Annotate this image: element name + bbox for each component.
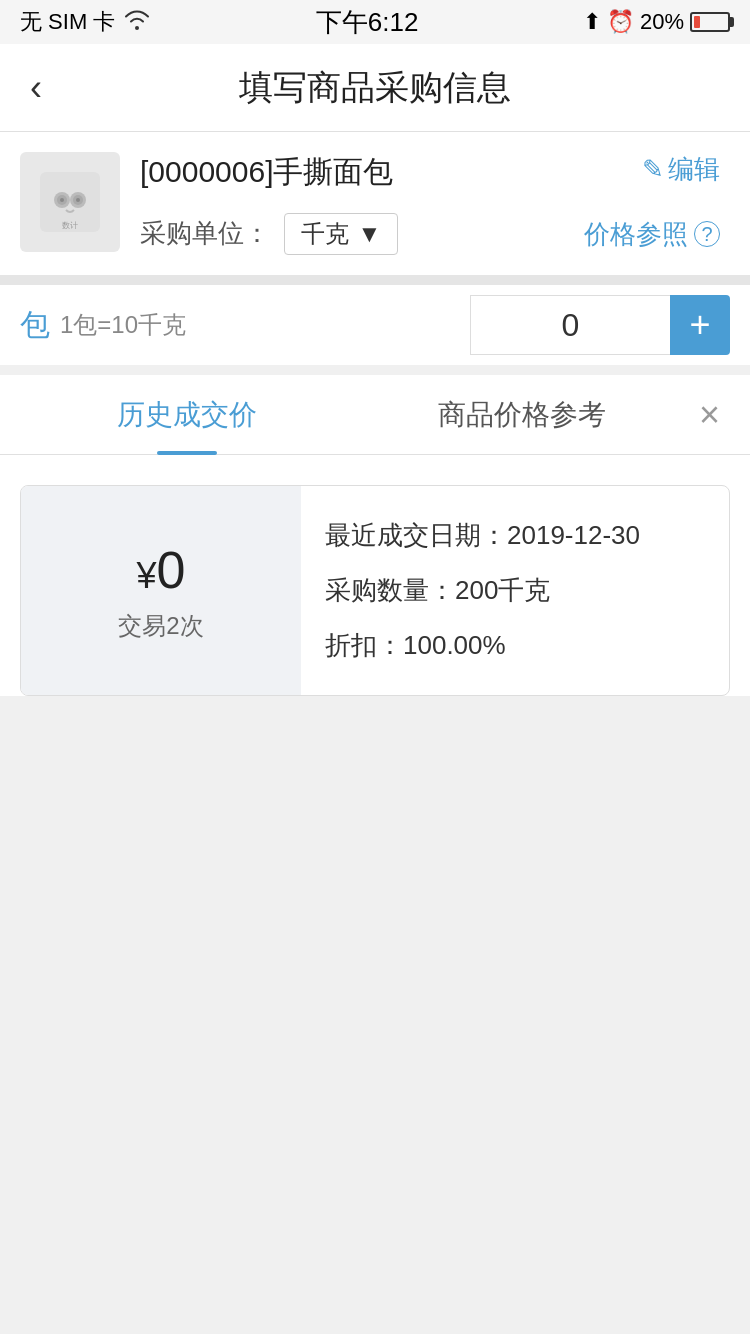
svg-text:数计: 数计 — [62, 221, 78, 230]
status-bar: 无 SIM 卡 下午6:12 ⬆ ⏰ 20% — [0, 0, 750, 44]
tab-history-label: 历史成交价 — [117, 396, 257, 434]
product-name: [0000006]手撕面包 — [140, 152, 393, 193]
battery-percent: 20% — [640, 9, 684, 35]
wifi-icon — [123, 8, 151, 36]
status-time: 下午6:12 — [316, 5, 419, 40]
quantity-unit-label: 包 1包=10千克 — [20, 305, 186, 346]
product-image: 数计 — [20, 152, 120, 252]
location-icon: ⬆ — [583, 9, 601, 35]
price-details: 最近成交日期：2019-12-30 采购数量：200千克 折扣：100.00% — [301, 486, 729, 695]
price-reference-button[interactable]: 价格参照 ? — [584, 217, 720, 252]
dropdown-arrow-icon: ▼ — [357, 220, 381, 248]
price-summary: ¥0 交易2次 — [21, 486, 301, 695]
quantity-plus-button[interactable]: + — [670, 295, 730, 355]
tabs-header: 历史成交价 商品价格参考 × — [0, 375, 750, 455]
unit-label-text: 采购单位： — [140, 218, 270, 248]
svg-point-6 — [76, 198, 80, 202]
tab-history-price[interactable]: 历史成交价 — [20, 375, 354, 455]
product-id: [0000006] — [140, 155, 273, 188]
purchase-qty-row: 采购数量：200千克 — [325, 571, 705, 610]
qty-label: 采购数量： — [325, 575, 455, 605]
alarm-icon: ⏰ — [607, 9, 634, 35]
qty-value: 200千克 — [455, 575, 550, 605]
product-header: [0000006]手撕面包 ✎ 编辑 — [140, 152, 720, 193]
carrier-text: 无 SIM 卡 — [20, 7, 115, 37]
transaction-date-row: 最近成交日期：2019-12-30 — [325, 516, 705, 555]
tabs-section: 历史成交价 商品价格参考 × ¥0 交易2次 最近成交日期：2019-12-30… — [0, 375, 750, 696]
edit-button[interactable]: ✎ 编辑 — [642, 152, 720, 187]
product-title: 手撕面包 — [273, 155, 393, 188]
battery-icon — [690, 12, 730, 32]
trades-count: 交易2次 — [118, 610, 203, 642]
page-title: 填写商品采购信息 — [239, 65, 511, 111]
unit-field: 采购单位： 千克 ▼ — [140, 213, 398, 255]
edit-label: 编辑 — [668, 152, 720, 187]
status-right: ⬆ ⏰ 20% — [583, 9, 730, 35]
tabs-close-button[interactable]: × — [689, 394, 730, 436]
product-info: [0000006]手撕面包 ✎ 编辑 采购单位： 千克 ▼ 价格参照 ? — [140, 152, 720, 255]
unit-select[interactable]: 千克 ▼ — [284, 213, 398, 255]
price-amount: ¥0 — [137, 540, 186, 600]
product-unit-row: 采购单位： 千克 ▼ 价格参照 ? — [140, 213, 720, 255]
section-divider — [0, 275, 750, 285]
conversion-label: 1包=10千克 — [60, 309, 186, 341]
nav-bar: ‹ 填写商品采购信息 — [0, 44, 750, 132]
back-button[interactable]: ‹ — [30, 67, 90, 109]
edit-icon: ✎ — [642, 154, 664, 185]
unit-value: 千克 — [301, 218, 349, 250]
quantity-row: 包 1包=10千克 + — [0, 285, 750, 365]
quantity-input-area: + — [470, 295, 730, 355]
main-content-area — [0, 726, 750, 1334]
date-label: 最近成交日期： — [325, 520, 507, 550]
unit-box: 包 — [20, 305, 50, 346]
status-left: 无 SIM 卡 — [20, 7, 151, 37]
tab-price-ref-label: 商品价格参考 — [438, 396, 606, 434]
product-section: 数计 [0000006]手撕面包 ✎ 编辑 采购单位： 千克 ▼ 价格参照 ? — [0, 132, 750, 275]
price-card: ¥0 交易2次 最近成交日期：2019-12-30 采购数量：200千克 折扣：… — [20, 485, 730, 696]
currency-symbol: ¥ — [137, 555, 157, 596]
date-value: 2019-12-30 — [507, 520, 640, 550]
discount-row: 折扣：100.00% — [325, 626, 705, 665]
price-ref-label: 价格参照 — [584, 217, 688, 252]
help-icon: ? — [694, 221, 720, 247]
discount-value: 100.00% — [403, 630, 506, 660]
svg-point-5 — [60, 198, 64, 202]
discount-label: 折扣： — [325, 630, 403, 660]
price-value: 0 — [157, 541, 186, 599]
quantity-input[interactable] — [470, 295, 670, 355]
tab-price-reference[interactable]: 商品价格参考 — [354, 375, 688, 455]
